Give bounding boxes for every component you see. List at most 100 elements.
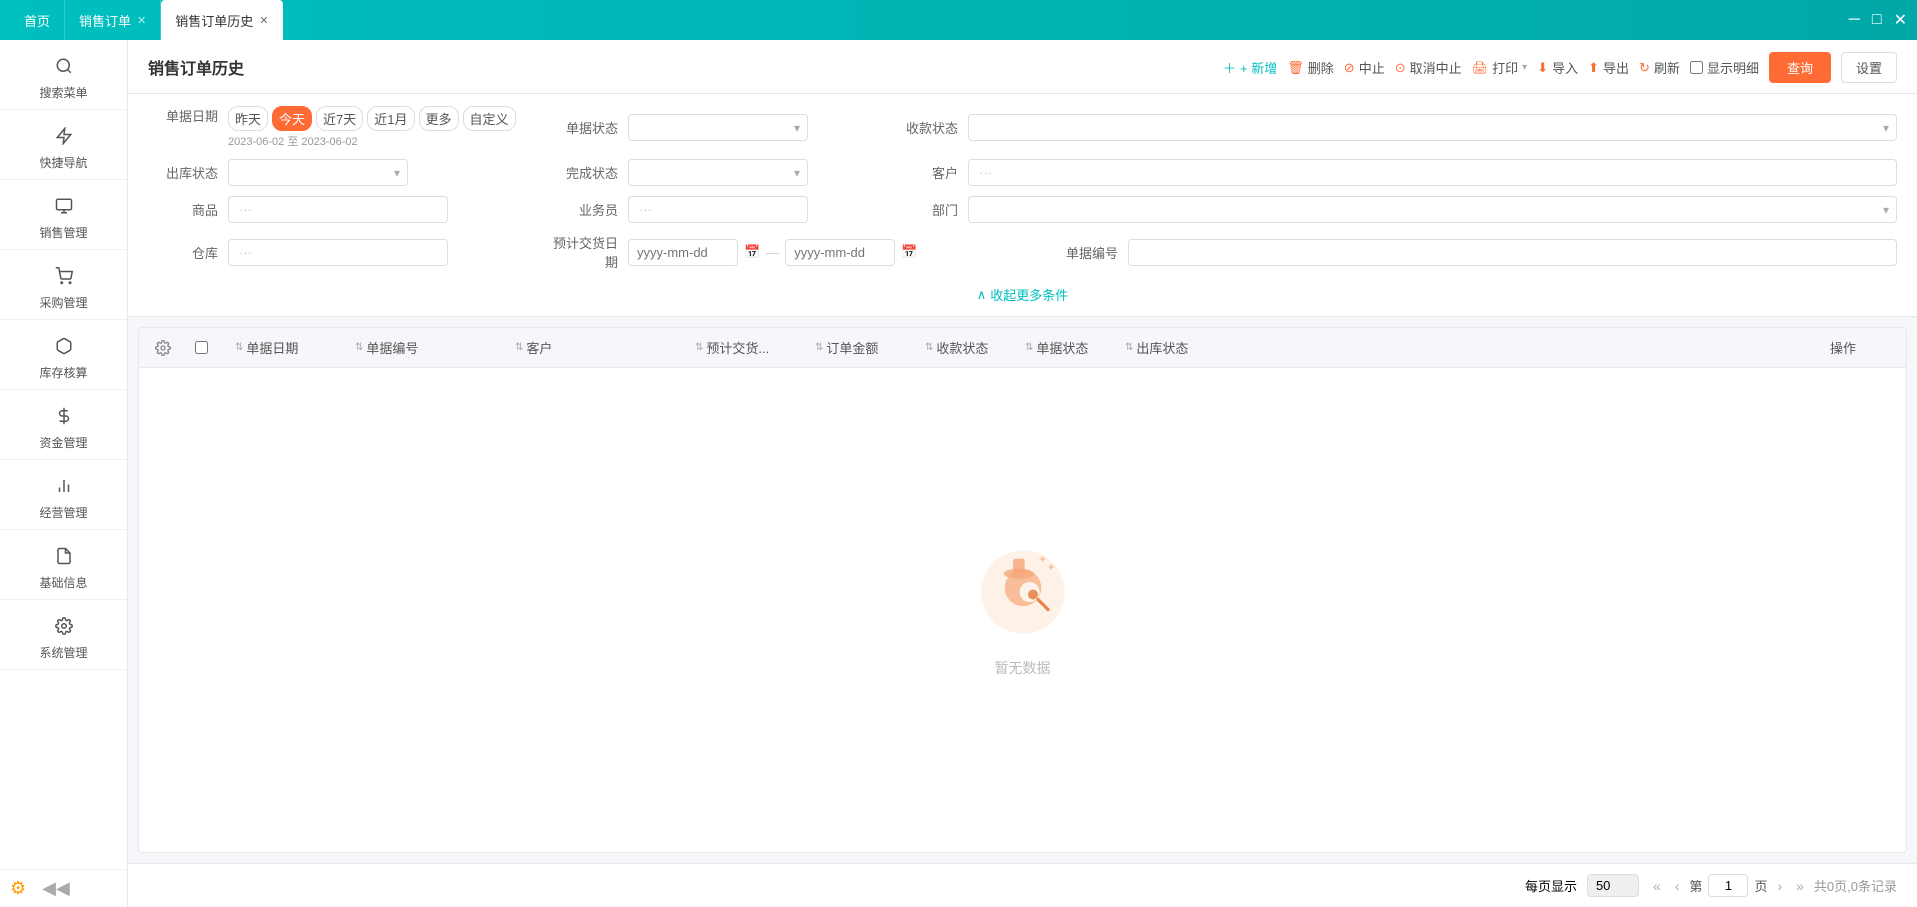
sidebar-item-quicknav[interactable]: 快捷导航 — [0, 110, 127, 180]
table-settings[interactable] — [155, 340, 195, 356]
print-button[interactable]: 🖨 打印 ▾ — [1472, 58, 1528, 77]
empty-state: ✦ ✦ 暂无数据 — [139, 368, 1906, 852]
calendar-icon-end[interactable]: 📅 — [901, 244, 917, 260]
sidebar-collapse-icon[interactable]: ◀◀ — [42, 878, 70, 899]
display-detail-checkbox[interactable]: 显示明细 — [1690, 58, 1759, 77]
delivery-date-start[interactable] — [628, 239, 738, 266]
table-area: ⇅ 单据日期 ⇅ 单据编号 ⇅ 客户 ⇅ 预计交货... ⇅ 订单金额 — [138, 327, 1907, 853]
sidebar-item-purchase[interactable]: 采购管理 — [0, 250, 127, 320]
sort-icon-outstatus: ⇅ — [1125, 342, 1133, 353]
close-tab-sales-order[interactable]: ✕ — [137, 14, 146, 27]
delivery-date-range: 📅 — 📅 — [628, 239, 917, 266]
stop-button[interactable]: ⊘ 中止 — [1344, 58, 1385, 77]
settings-button[interactable]: 设置 — [1841, 52, 1897, 83]
new-icon: ＋ — [1223, 58, 1236, 77]
page-header: 销售订单历史 ＋ + 新增 🗑 删除 ⊘ 中止 ⊙ 取消中止 — [128, 40, 1917, 94]
search-menu-icon — [50, 52, 78, 80]
per-page-select[interactable]: 50 10 20 100 — [1587, 874, 1639, 897]
main-layout: 搜索菜单 快捷导航 销售管理 — [0, 40, 1917, 907]
dept-select[interactable] — [968, 196, 1897, 223]
date-btn-7days[interactable]: 近7天 — [316, 106, 363, 131]
first-page-btn[interactable]: « — [1649, 876, 1665, 896]
tab-sales-order[interactable]: 销售订单 ✕ — [65, 0, 161, 40]
col-header-outstatus: ⇅ 出库状态 — [1125, 338, 1225, 357]
date-btn-yesterday[interactable]: 昨天 — [228, 106, 268, 131]
select-all-checkbox[interactable] — [195, 341, 235, 354]
complete-status-select[interactable] — [628, 159, 808, 186]
payment-status-select[interactable] — [968, 114, 1897, 141]
toolbar: ＋ + 新增 🗑 删除 ⊘ 中止 ⊙ 取消中止 🖨 打印 — [1223, 52, 1897, 93]
out-status-select-wrapper — [228, 159, 408, 186]
filter-row-4: 仓库 ··· 预计交货日期 📅 — 📅 单据编号 — [148, 233, 1897, 271]
sidebar-item-sales[interactable]: 销售管理 — [0, 180, 127, 250]
col-header-payment: ⇅ 收款状态 — [925, 338, 1025, 357]
tab-sales-order-history[interactable]: 销售订单历史 ✕ — [161, 0, 283, 40]
export-button[interactable]: ⬆ 导出 — [1588, 58, 1629, 77]
cancel-stop-icon: ⊙ — [1395, 60, 1406, 76]
close-tab-sales-order-history[interactable]: ✕ — [259, 14, 268, 27]
minimize-icon[interactable]: ─ — [1849, 11, 1860, 29]
next-page-btn[interactable]: › — [1773, 876, 1786, 896]
sidebar-item-finance[interactable]: 资金管理 — [0, 390, 127, 460]
page-title: 销售订单历史 — [148, 55, 244, 91]
bill-status-select[interactable] — [628, 114, 808, 141]
refresh-icon: ↻ — [1639, 60, 1650, 76]
date-btn-custom[interactable]: 自定义 — [463, 106, 516, 131]
delete-button[interactable]: 🗑 删除 — [1287, 58, 1334, 77]
sidebar-bottom: ⚙ ◀◀ — [0, 869, 127, 907]
page-input[interactable] — [1708, 874, 1748, 897]
goods-label: 商品 — [148, 200, 228, 219]
bill-number-label: 单据编号 — [1048, 243, 1128, 262]
bill-number-input[interactable] — [1128, 239, 1897, 266]
query-button[interactable]: 查询 — [1769, 52, 1831, 83]
payment-status-label: 收款状态 — [888, 118, 968, 137]
cancel-stop-button[interactable]: ⊙ 取消中止 — [1395, 58, 1462, 77]
per-page-wrapper: 50 10 20 100 — [1587, 874, 1639, 897]
goods-input[interactable]: ··· — [228, 196, 448, 223]
filter-row-2: 出库状态 完成状态 客户 — [148, 159, 1897, 186]
sidebar-item-operations[interactable]: 经营管理 — [0, 460, 127, 530]
svg-text:✦: ✦ — [1046, 562, 1055, 574]
col-header-num: ⇅ 单据编号 — [355, 338, 515, 357]
empty-illustration: ✦ ✦ — [973, 542, 1073, 642]
customer-input[interactable]: ··· — [968, 159, 1897, 186]
filter-section: 单据日期 昨天 今天 近7天 近1月 更多 自定义 2023-06-02 至 2… — [128, 94, 1917, 317]
date-btn-today[interactable]: 今天 — [272, 106, 312, 131]
sidebar-settings-icon[interactable]: ⚙ — [10, 878, 26, 899]
per-page-label: 每页显示 — [1525, 876, 1577, 895]
out-status-select[interactable] — [228, 159, 408, 186]
print-dropdown-icon: ▾ — [1522, 62, 1527, 73]
sidebar-item-search[interactable]: 搜索菜单 — [0, 40, 127, 110]
maximize-icon[interactable]: □ — [1872, 11, 1882, 29]
tab-home[interactable]: 首页 — [10, 0, 65, 40]
import-button[interactable]: ⬇ 导入 — [1537, 58, 1578, 77]
pagination: « ‹ 第 页 › » 共0页,0条记录 — [1649, 874, 1897, 897]
total-info: 共0页,0条记录 — [1814, 876, 1897, 895]
sidebar-item-basic[interactable]: 基础信息 — [0, 530, 127, 600]
date-quick-buttons: 昨天 今天 近7天 近1月 更多 自定义 — [228, 106, 516, 131]
close-window-icon[interactable]: ✕ — [1894, 10, 1907, 30]
warehouse-input[interactable]: ··· — [228, 239, 448, 266]
payment-status-select-wrapper — [968, 114, 1897, 141]
salesperson-input[interactable]: ··· — [628, 196, 808, 223]
calendar-icon-start[interactable]: 📅 — [744, 244, 760, 260]
warehouse-label: 仓库 — [148, 243, 228, 262]
window-controls: ─ □ ✕ — [1849, 10, 1907, 30]
col-header-amount: ⇅ 订单金额 — [815, 338, 925, 357]
table-footer: 每页显示 50 10 20 100 « ‹ 第 页 › » 共0页,0条记录 — [128, 863, 1917, 907]
col-header-date: ⇅ 单据日期 — [235, 338, 355, 357]
new-button[interactable]: ＋ + 新增 — [1223, 58, 1277, 77]
prev-page-btn[interactable]: ‹ — [1671, 876, 1684, 896]
delivery-date-label: 预计交货日期 — [548, 233, 628, 271]
sort-icon-num: ⇅ — [355, 342, 363, 353]
date-btn-more[interactable]: 更多 — [419, 106, 459, 131]
page-label: 第 — [1689, 876, 1702, 895]
sidebar-item-system[interactable]: 系统管理 — [0, 600, 127, 670]
refresh-button[interactable]: ↻ 刷新 — [1639, 58, 1680, 77]
date-btn-1month[interactable]: 近1月 — [367, 106, 414, 131]
operations-icon — [50, 472, 78, 500]
delivery-date-end[interactable] — [785, 239, 895, 266]
sidebar-item-inventory[interactable]: 库存核算 — [0, 320, 127, 390]
collapse-row[interactable]: ∧ 收起更多条件 — [148, 281, 1897, 304]
last-page-btn[interactable]: » — [1792, 876, 1808, 896]
